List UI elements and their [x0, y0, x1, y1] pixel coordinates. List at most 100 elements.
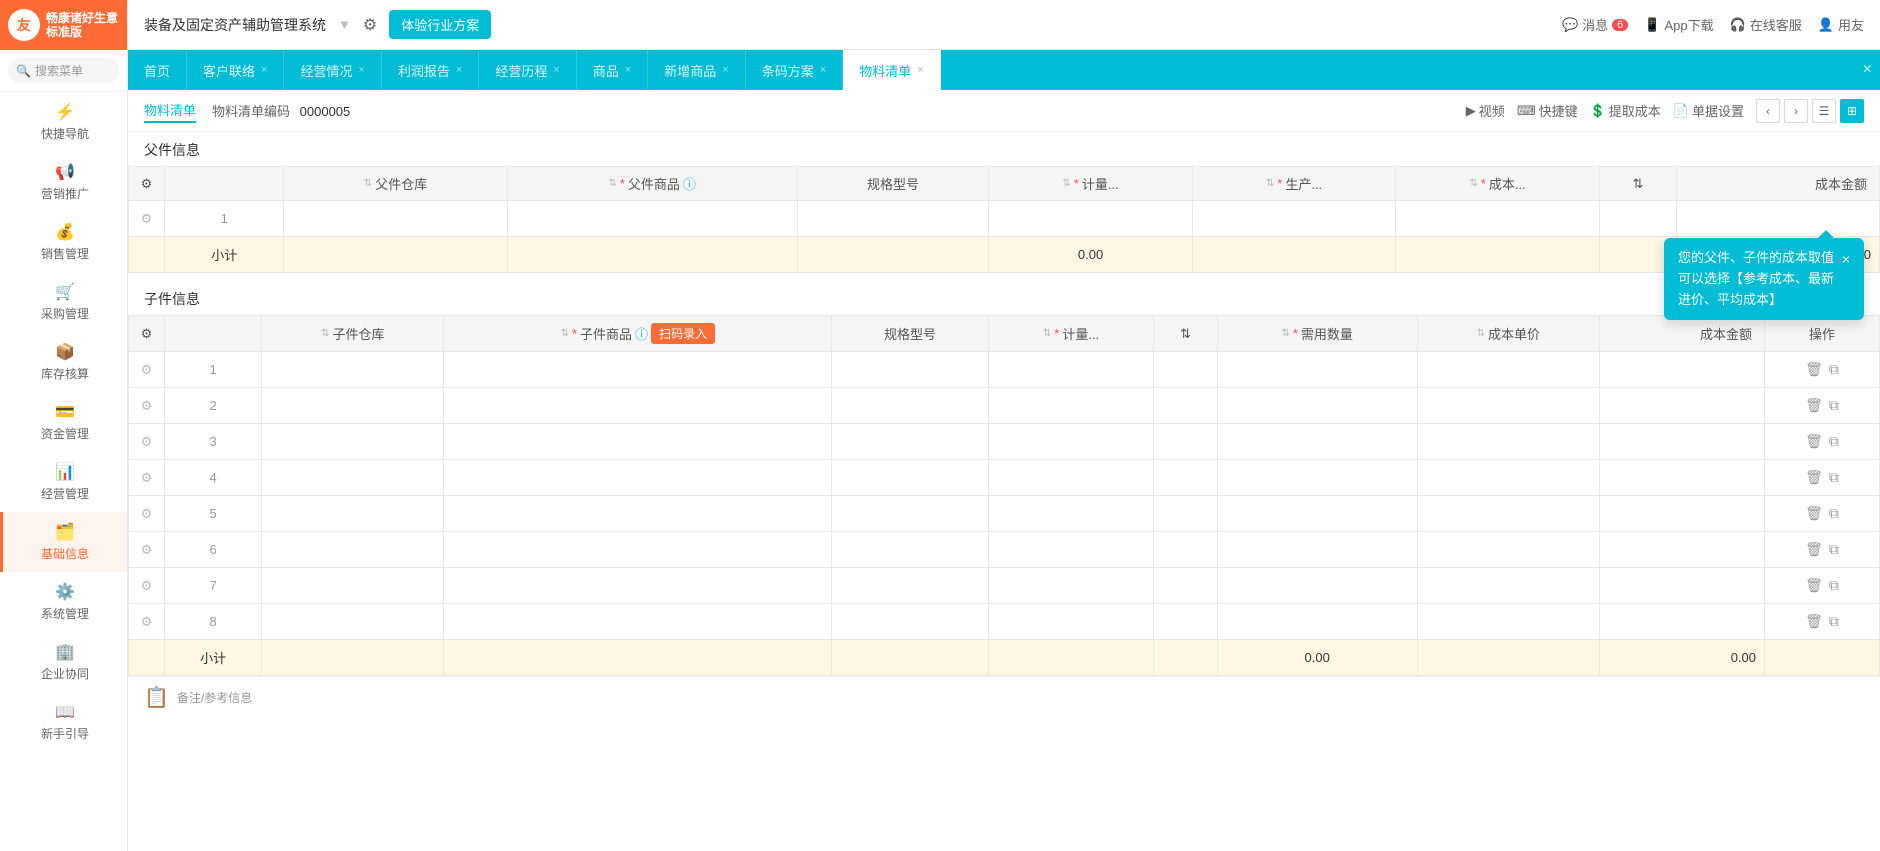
- child-row-product-cell[interactable]: [444, 424, 832, 460]
- tab-close-all[interactable]: ×: [1863, 61, 1872, 79]
- child-row-unit-cell[interactable]: [988, 352, 1154, 388]
- tab-home[interactable]: 首页: [128, 50, 187, 90]
- copy-icon[interactable]: ⧉: [1829, 397, 1839, 414]
- child-row-unit-cell[interactable]: [988, 532, 1154, 568]
- user-menu[interactable]: 👤 用友: [1818, 15, 1864, 34]
- app-download-button[interactable]: 📱 App下载: [1644, 15, 1713, 34]
- child-row-warehouse-cell[interactable]: [262, 496, 444, 532]
- child-row-spec-cell[interactable]: [832, 604, 988, 640]
- child-row-warehouse-cell[interactable]: [262, 460, 444, 496]
- child-row-unit-cost-cell[interactable]: [1417, 352, 1599, 388]
- sort-icon-unit[interactable]: ⇅: [1062, 178, 1070, 189]
- tab-customer[interactable]: 客户联络 ×: [187, 50, 284, 90]
- child-sort-product[interactable]: ⇅: [561, 328, 569, 339]
- child-row-gear-icon[interactable]: ⚙: [141, 434, 153, 449]
- child-row-unit-cost-cell[interactable]: [1417, 460, 1599, 496]
- online-support-button[interactable]: 🎧 在线客服: [1730, 15, 1802, 34]
- shortcut-button[interactable]: ⌨ 快捷键: [1517, 101, 1578, 120]
- extract-cost-button[interactable]: 💲 提取成本: [1590, 101, 1661, 120]
- child-sort-warehouse[interactable]: ⇅: [321, 328, 329, 339]
- sort-icon-cost[interactable]: ⇅: [1469, 178, 1477, 189]
- child-row-product-cell[interactable]: [444, 460, 832, 496]
- child-row-spec-cell[interactable]: [832, 568, 988, 604]
- child-row-unit-cost-cell[interactable]: [1417, 388, 1599, 424]
- tab-add-product-close[interactable]: ×: [722, 64, 728, 76]
- child-row-product-cell[interactable]: [444, 496, 832, 532]
- child-row-product-cell[interactable]: [444, 568, 832, 604]
- tab-operations[interactable]: 经营情况 ×: [284, 50, 381, 90]
- single-settings-button[interactable]: 📄 单据设置: [1673, 101, 1744, 120]
- child-sort-unit-cost[interactable]: ⇅: [1477, 328, 1485, 339]
- tab-profit-close[interactable]: ×: [456, 64, 462, 76]
- tab-history-close[interactable]: ×: [553, 64, 559, 76]
- sub-tab-bom-code[interactable]: 物料清单编码 0000005: [212, 99, 350, 122]
- child-row-spec-cell[interactable]: [832, 460, 988, 496]
- sidebar-item-purchase[interactable]: 🛒 采购管理: [0, 272, 127, 332]
- tab-add-product[interactable]: 新增商品 ×: [648, 50, 745, 90]
- child-row-req-qty-cell[interactable]: [1217, 532, 1417, 568]
- child-row-unit-cost-cell[interactable]: [1417, 424, 1599, 460]
- list-view-button[interactable]: ☰: [1812, 99, 1836, 123]
- sidebar-item-marketing[interactable]: 📢 营销推广: [0, 152, 127, 212]
- next-button[interactable]: ›: [1784, 99, 1808, 123]
- child-row-unit-cost-cell[interactable]: [1417, 568, 1599, 604]
- parent-row-unit-cell[interactable]: [989, 201, 1192, 237]
- child-row-warehouse-cell[interactable]: [262, 568, 444, 604]
- tab-barcode-close[interactable]: ×: [820, 64, 826, 76]
- copy-icon[interactable]: ⧉: [1829, 505, 1839, 522]
- copy-icon[interactable]: ⧉: [1829, 541, 1839, 558]
- row-gear-icon[interactable]: ⚙: [141, 211, 153, 226]
- child-product-info-icon[interactable]: ⓘ: [635, 324, 648, 343]
- sub-tab-bom-list[interactable]: 物料清单: [144, 98, 196, 123]
- delete-icon[interactable]: 🗑: [1805, 397, 1823, 414]
- delete-icon[interactable]: 🗑: [1805, 469, 1823, 486]
- child-row-gear-icon[interactable]: ⚙: [141, 398, 153, 413]
- tooltip-close-button[interactable]: ×: [1842, 248, 1850, 270]
- child-row-gear-icon[interactable]: ⚙: [141, 578, 153, 593]
- tab-history[interactable]: 经营历程 ×: [479, 50, 576, 90]
- child-row-spec-cell[interactable]: [832, 496, 988, 532]
- child-row-unit-cost-cell[interactable]: [1417, 604, 1599, 640]
- child-row-gear-icon[interactable]: ⚙: [141, 614, 153, 629]
- tab-bom-close[interactable]: ×: [917, 64, 923, 76]
- sort-icon-prod[interactable]: ⇅: [1266, 178, 1274, 189]
- parent-row-production-cell[interactable]: [1192, 201, 1395, 237]
- copy-icon[interactable]: ⧉: [1829, 613, 1839, 630]
- copy-icon[interactable]: ⧉: [1829, 433, 1839, 450]
- child-row-warehouse-cell[interactable]: [262, 532, 444, 568]
- trial-button[interactable]: 体验行业方案: [389, 10, 491, 39]
- sidebar-item-sales[interactable]: 💰 销售管理: [0, 212, 127, 272]
- prev-button[interactable]: ‹: [1756, 99, 1780, 123]
- tab-product[interactable]: 商品 ×: [577, 50, 648, 90]
- delete-icon[interactable]: 🗑: [1805, 361, 1823, 378]
- parent-row-product-cell[interactable]: [507, 201, 797, 237]
- tab-customer-close[interactable]: ×: [261, 64, 267, 76]
- copy-icon[interactable]: ⧉: [1829, 577, 1839, 594]
- child-row-req-qty-cell[interactable]: [1217, 424, 1417, 460]
- child-row-spec-cell[interactable]: [832, 352, 988, 388]
- child-row-gear-icon[interactable]: ⚙: [141, 506, 153, 521]
- sidebar-item-finance[interactable]: 💳 资金管理: [0, 392, 127, 452]
- view-button[interactable]: ▶ 视频: [1466, 101, 1505, 120]
- tab-operations-close[interactable]: ×: [358, 64, 364, 76]
- child-row-gear-icon[interactable]: ⚙: [141, 542, 153, 557]
- system-dropdown-icon[interactable]: ▼: [338, 17, 351, 32]
- sidebar-item-inventory[interactable]: 📦 库存核算: [0, 332, 127, 392]
- parent-row-warehouse-cell[interactable]: [284, 201, 507, 237]
- delete-icon[interactable]: 🗑: [1805, 613, 1823, 630]
- child-row-product-cell[interactable]: [444, 388, 832, 424]
- child-row-req-qty-cell[interactable]: [1217, 496, 1417, 532]
- scan-button[interactable]: 扫码录入: [651, 323, 715, 344]
- child-row-warehouse-cell[interactable]: [262, 388, 444, 424]
- tab-barcode[interactable]: 条码方案 ×: [746, 50, 843, 90]
- child-row-warehouse-cell[interactable]: [262, 424, 444, 460]
- sidebar-item-guide[interactable]: 📖 新手引导: [0, 692, 127, 752]
- message-button[interactable]: 💬 消息 6: [1562, 15, 1628, 34]
- parent-row-spec-cell[interactable]: [797, 201, 989, 237]
- sidebar-item-system[interactable]: ⚙️ 系统管理: [0, 572, 127, 632]
- child-row-unit-cell[interactable]: [988, 496, 1154, 532]
- child-row-warehouse-cell[interactable]: [262, 352, 444, 388]
- child-row-unit-cost-cell[interactable]: [1417, 532, 1599, 568]
- product-info-icon[interactable]: ⓘ: [683, 174, 696, 193]
- child-row-product-cell[interactable]: [444, 352, 832, 388]
